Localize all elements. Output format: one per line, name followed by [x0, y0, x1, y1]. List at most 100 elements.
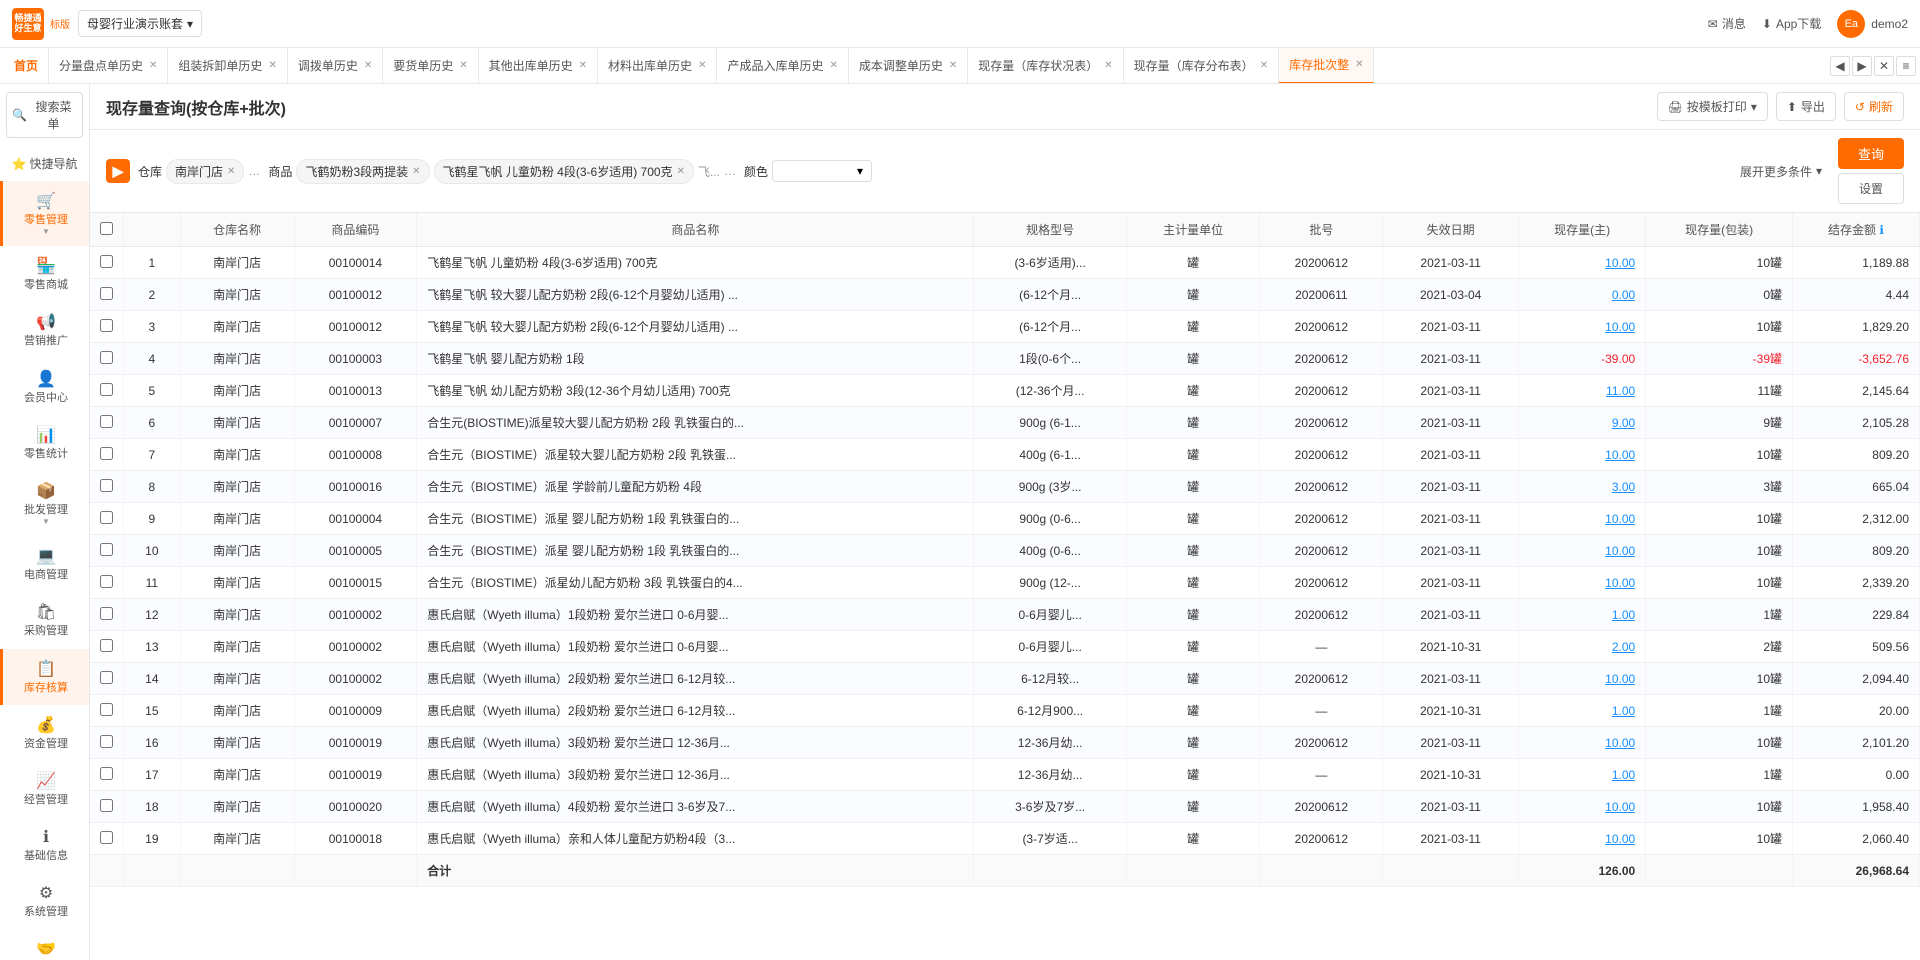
row-qty-main[interactable]: 0.00	[1519, 279, 1646, 311]
search-menu-btn[interactable]: 🔍 搜索菜单	[6, 92, 83, 138]
row-qty-main[interactable]: 10.00	[1519, 535, 1646, 567]
sidebar-item-wholesale[interactable]: 📦 批发管理 ▼	[0, 471, 89, 536]
row-checkbox[interactable]	[90, 599, 124, 631]
close-icon[interactable]: ✕	[412, 166, 420, 177]
row-qty-main[interactable]: 10.00	[1519, 439, 1646, 471]
row-checkbox[interactable]	[90, 663, 124, 695]
sidebar-item-finance[interactable]: 💰 资金管理	[0, 705, 89, 761]
sidebar-item-enterprise[interactable]: 🤝 企业协同	[0, 929, 89, 960]
tab-menu-btn[interactable]: ≡	[1896, 56, 1916, 76]
row-qty-main[interactable]: 1.00	[1519, 695, 1646, 727]
close-icon[interactable]: ✕	[579, 60, 587, 71]
row-checkbox[interactable]	[90, 631, 124, 663]
tab-requisition[interactable]: 要货单历史 ✕	[383, 48, 478, 84]
tab-home[interactable]: 首页	[4, 48, 49, 84]
row-qty-main[interactable]: 9.00	[1519, 407, 1646, 439]
row-checkbox[interactable]	[90, 407, 124, 439]
tab-transfer[interactable]: 调拨单历史 ✕	[288, 48, 383, 84]
row-checkbox[interactable]	[90, 695, 124, 727]
row-qty-main[interactable]: 10.00	[1519, 663, 1646, 695]
quick-nav-btn[interactable]: ⭐ 快捷导航	[0, 150, 89, 177]
tab-disassemble[interactable]: 组装拆卸单历史 ✕	[168, 48, 287, 84]
more-dots[interactable]: …	[724, 164, 736, 178]
close-icon[interactable]: ✕	[1104, 60, 1112, 71]
message-btn[interactable]: ✉ 消息	[1708, 15, 1746, 32]
row-qty-main[interactable]: 10.00	[1519, 247, 1646, 279]
product-more[interactable]: 飞...	[698, 163, 720, 180]
row-checkbox[interactable]	[90, 535, 124, 567]
row-qty-main[interactable]: 10.00	[1519, 823, 1646, 855]
sidebar-item-retail-stats[interactable]: 📊 零售统计	[0, 415, 89, 471]
row-qty-main[interactable]: 10.00	[1519, 567, 1646, 599]
tab-other-outbound[interactable]: 其他出库单历史 ✕	[479, 48, 598, 84]
row-checkbox[interactable]	[90, 343, 124, 375]
tab-prev-btn[interactable]: ◀	[1830, 56, 1850, 76]
sidebar-item-operations[interactable]: 📈 经营管理	[0, 761, 89, 817]
row-qty-main[interactable]: 10.00	[1519, 727, 1646, 759]
tab-product-in[interactable]: 产成品入库单历史 ✕	[717, 48, 848, 84]
tab-next-btn[interactable]: ▶	[1852, 56, 1872, 76]
row-checkbox[interactable]	[90, 247, 124, 279]
print-btn[interactable]: 🖨 按模板打印 ▾	[1657, 92, 1768, 121]
tab-cost-adjust[interactable]: 成本调整单历史 ✕	[849, 48, 968, 84]
expand-more-btn[interactable]: 展开更多条件 ▾	[1732, 159, 1830, 184]
app-download-btn[interactable]: ⬇ App下载	[1762, 15, 1821, 32]
close-icon[interactable]: ✕	[677, 166, 685, 177]
row-qty-main[interactable]: 1.00	[1519, 759, 1646, 791]
row-checkbox[interactable]	[90, 759, 124, 791]
tab-inventory-status[interactable]: 现存量（库存状况表） ✕	[968, 48, 1123, 84]
close-icon[interactable]: ✕	[829, 60, 837, 71]
sidebar-item-marketing[interactable]: 📢 营销推广	[0, 302, 89, 358]
select-all-checkbox[interactable]	[100, 222, 113, 235]
product-tag-2[interactable]: 飞鹤星飞帆 儿童奶粉 4段(3-6岁适用) 700克 ✕	[434, 159, 694, 184]
tab-material-out[interactable]: 材料出库单历史 ✕	[598, 48, 717, 84]
row-checkbox[interactable]	[90, 439, 124, 471]
filter-expand-btn[interactable]: ▶	[106, 159, 130, 183]
close-icon[interactable]: ✕	[949, 60, 957, 71]
close-icon[interactable]: ✕	[268, 60, 276, 71]
refresh-btn[interactable]: ↺ 刷新	[1844, 92, 1904, 121]
product-tag-1[interactable]: 飞鹤奶粉3段两提装 ✕	[296, 159, 429, 184]
more-icon[interactable]: …	[248, 164, 260, 178]
tab-close-btn[interactable]: ✕	[1874, 56, 1894, 76]
export-btn[interactable]: ⬆ 导出	[1776, 92, 1836, 121]
row-checkbox[interactable]	[90, 727, 124, 759]
sidebar-item-basic-info[interactable]: ℹ 基础信息	[0, 817, 89, 873]
tab-inventory-dist[interactable]: 现存量（库存分布表） ✕	[1124, 48, 1279, 84]
close-icon[interactable]: ✕	[364, 60, 372, 71]
warehouse-tag[interactable]: 南岸门店 ✕	[166, 159, 244, 184]
row-checkbox[interactable]	[90, 279, 124, 311]
tab-split-inventory[interactable]: 分量盘点单历史 ✕	[49, 48, 168, 84]
account-selector[interactable]: 母婴行业演示账套 ▾	[78, 10, 202, 37]
tab-batch-voucher[interactable]: 库存批次整 ✕	[1279, 48, 1374, 84]
user-area[interactable]: Ea demo2	[1837, 10, 1908, 38]
row-qty-main[interactable]: 3.00	[1519, 471, 1646, 503]
row-qty-main[interactable]: 10.00	[1519, 791, 1646, 823]
row-qty-main[interactable]: 11.00	[1519, 375, 1646, 407]
sidebar-item-system[interactable]: ⚙ 系统管理	[0, 873, 89, 929]
row-checkbox[interactable]	[90, 375, 124, 407]
query-btn[interactable]: 查询	[1838, 138, 1904, 169]
row-qty-main[interactable]: 1.00	[1519, 599, 1646, 631]
row-qty-main[interactable]: 2.00	[1519, 631, 1646, 663]
row-checkbox[interactable]	[90, 503, 124, 535]
close-icon[interactable]: ✕	[1355, 59, 1363, 70]
row-checkbox[interactable]	[90, 791, 124, 823]
row-checkbox[interactable]	[90, 823, 124, 855]
setting-btn[interactable]: 设置	[1838, 173, 1904, 204]
row-checkbox[interactable]	[90, 471, 124, 503]
sidebar-item-ecommerce[interactable]: 💻 电商管理	[0, 536, 89, 592]
sidebar-item-purchase[interactable]: 🛍 采购管理	[0, 592, 89, 648]
close-icon[interactable]: ✕	[698, 60, 706, 71]
close-icon[interactable]: ✕	[459, 60, 467, 71]
close-icon[interactable]: ✕	[227, 166, 235, 177]
close-icon[interactable]: ✕	[1260, 60, 1268, 71]
row-qty-main[interactable]: 10.00	[1519, 311, 1646, 343]
row-qty-main[interactable]: 10.00	[1519, 503, 1646, 535]
close-icon[interactable]: ✕	[149, 60, 157, 71]
sidebar-item-retail-shop[interactable]: 🏪 零售商城	[0, 246, 89, 302]
row-checkbox[interactable]	[90, 567, 124, 599]
sidebar-item-retail-mgmt[interactable]: 🛒 零售管理 ▼	[0, 181, 89, 246]
sidebar-item-member[interactable]: 👤 会员中心	[0, 359, 89, 415]
sidebar-item-inventory[interactable]: 📋 库存核算	[0, 649, 89, 705]
